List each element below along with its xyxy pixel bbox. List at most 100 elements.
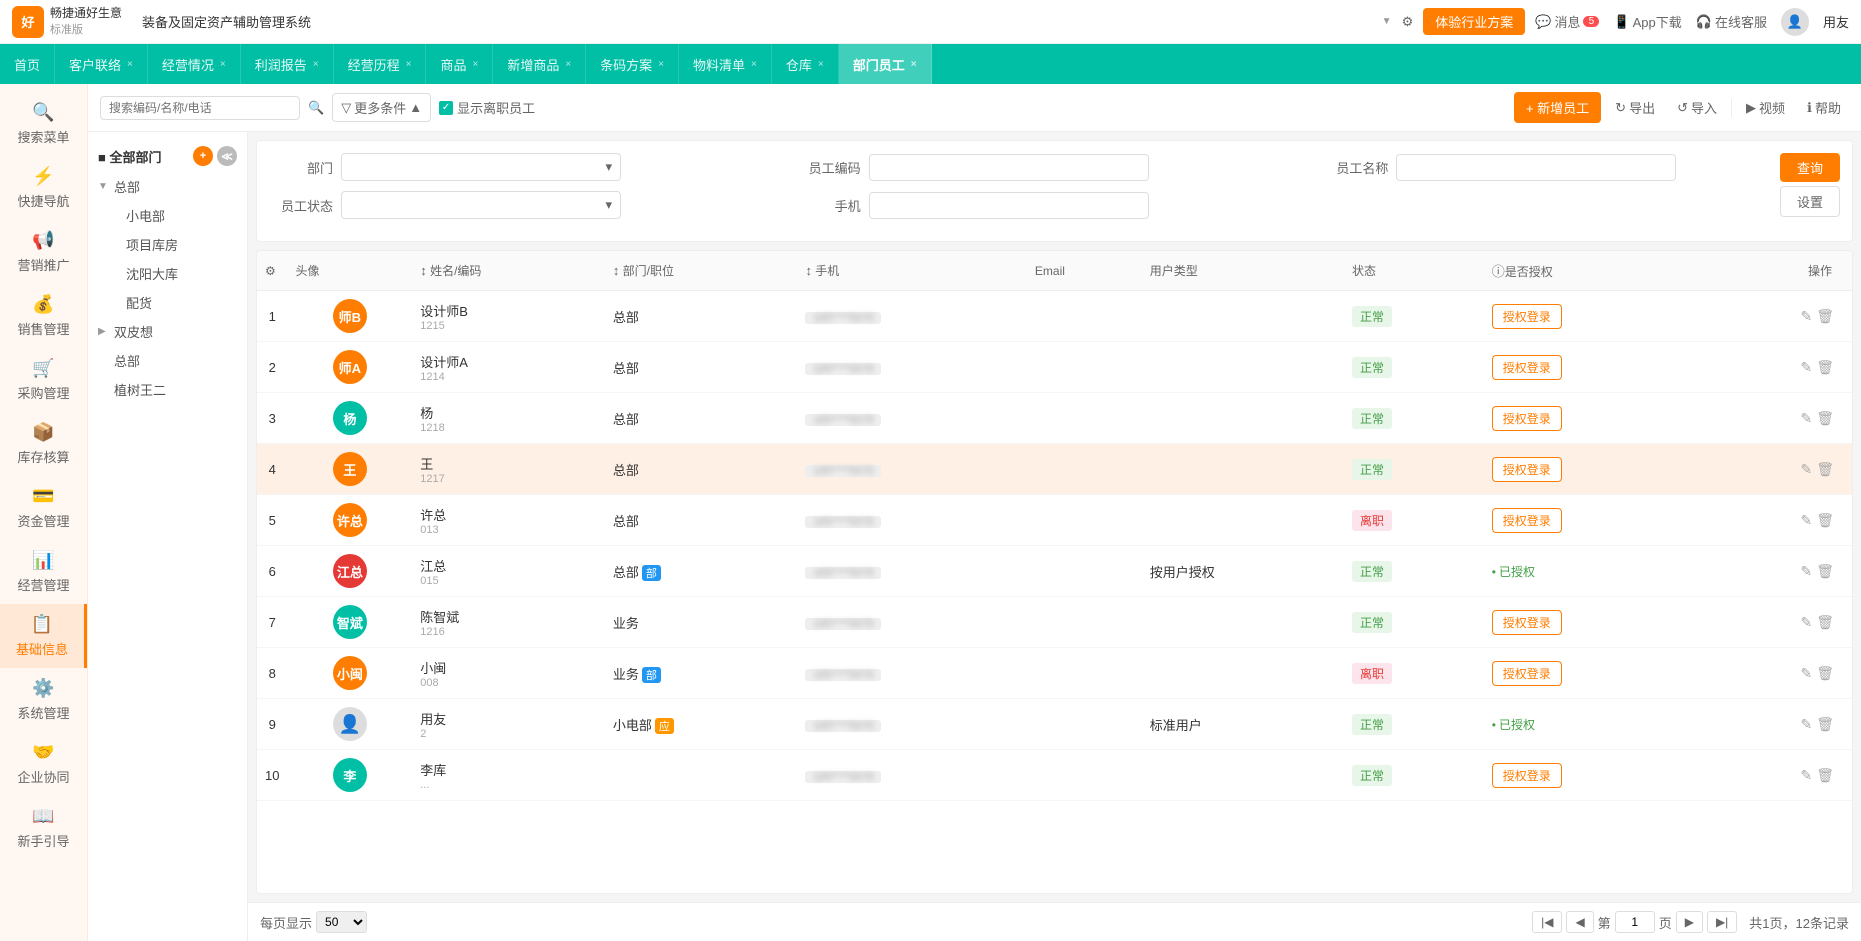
dept-node-zongbu2[interactable]: 总部 bbox=[88, 346, 247, 375]
message-btn[interactable]: 💬 消息 5 bbox=[1535, 12, 1599, 31]
delete-icon[interactable]: 🗑 bbox=[1816, 614, 1834, 630]
auth-login-btn[interactable]: 授权登录 bbox=[1492, 763, 1562, 788]
nav-tab-0[interactable]: 首页 bbox=[0, 44, 55, 84]
search-icon[interactable]: 🔍 bbox=[308, 100, 324, 116]
show-resigned-label[interactable]: 显示离职员工 bbox=[439, 98, 535, 117]
gear-icon[interactable]: ⚙ bbox=[1402, 14, 1414, 30]
filter-name-input[interactable] bbox=[1396, 154, 1676, 181]
left-nav-item-6[interactable]: 💳资金管理 bbox=[0, 476, 87, 540]
app-download-btn[interactable]: 📱 App下载 bbox=[1613, 12, 1681, 31]
dept-node-xiaodian[interactable]: 小电部 bbox=[100, 201, 247, 230]
delete-icon[interactable]: 🗑 bbox=[1816, 461, 1834, 477]
auth-login-btn[interactable]: 授权登录 bbox=[1492, 457, 1562, 482]
search-input[interactable] bbox=[100, 96, 300, 120]
edit-icon[interactable]: ✎ bbox=[1800, 308, 1812, 324]
prev-page-btn[interactable]: ◀ bbox=[1566, 911, 1593, 933]
dept-node-peihuo[interactable]: 配货 bbox=[100, 288, 247, 317]
filter-code-input[interactable] bbox=[869, 154, 1149, 181]
left-nav-item-4[interactable]: 🛒采购管理 bbox=[0, 348, 87, 412]
show-resigned-checkbox[interactable] bbox=[439, 101, 453, 115]
next-page-btn[interactable]: ▶ bbox=[1676, 911, 1703, 933]
help-btn[interactable]: ℹ 帮助 bbox=[1799, 94, 1849, 121]
nav-tab-10[interactable]: 部门员工× bbox=[839, 44, 932, 84]
nav-tab-6[interactable]: 新增商品× bbox=[493, 44, 586, 84]
dept-node-zongbu[interactable]: ▼ 总部 bbox=[88, 172, 247, 201]
edit-icon[interactable]: ✎ bbox=[1800, 767, 1812, 783]
online-service-btn[interactable]: 🎧 在线客服 bbox=[1696, 12, 1767, 31]
auth-login-btn[interactable]: 授权登录 bbox=[1492, 661, 1562, 686]
delete-icon[interactable]: 🗑 bbox=[1816, 308, 1834, 324]
query-btn[interactable]: 查询 bbox=[1780, 153, 1840, 182]
edit-icon[interactable]: ✎ bbox=[1800, 359, 1812, 375]
auth-login-btn[interactable]: 授权登录 bbox=[1492, 610, 1562, 635]
auth-login-btn[interactable]: 授权登录 bbox=[1492, 355, 1562, 380]
dept-add-btn[interactable]: + bbox=[193, 146, 213, 166]
left-nav-item-5[interactable]: 📦库存核算 bbox=[0, 412, 87, 476]
left-nav-item-7[interactable]: 📊经营管理 bbox=[0, 540, 87, 604]
more-filter-btn[interactable]: ▽ 更多条件 ▲ bbox=[332, 93, 431, 122]
import-btn[interactable]: ↺ 导入 bbox=[1669, 94, 1725, 121]
dept-node-shuangpi[interactable]: ▶ 双皮想 bbox=[88, 317, 247, 346]
delete-icon[interactable]: 🗑 bbox=[1816, 767, 1834, 783]
nav-tab-close-9[interactable]: × bbox=[818, 59, 824, 70]
nav-tab-2[interactable]: 经营情况× bbox=[148, 44, 241, 84]
edit-icon[interactable]: ✎ bbox=[1800, 461, 1812, 477]
nav-tab-close-8[interactable]: × bbox=[751, 59, 757, 70]
trial-btn[interactable]: 体验行业方案 bbox=[1423, 8, 1525, 35]
nav-tab-close-1[interactable]: × bbox=[127, 59, 133, 70]
dept-node-shenyang[interactable]: 沈阳大库 bbox=[100, 259, 247, 288]
left-nav-item-10[interactable]: 🤝企业协同 bbox=[0, 732, 87, 796]
left-nav-item-2[interactable]: 📢营销推广 bbox=[0, 220, 87, 284]
nav-tab-close-6[interactable]: × bbox=[565, 59, 571, 70]
nav-tab-close-5[interactable]: × bbox=[472, 59, 478, 70]
nav-tab-close-10[interactable]: × bbox=[911, 59, 917, 70]
auth-login-btn[interactable]: 授权登录 bbox=[1492, 304, 1562, 329]
left-nav-item-0[interactable]: 🔍搜索菜单 bbox=[0, 92, 87, 156]
nav-tab-close-7[interactable]: × bbox=[658, 59, 664, 70]
filter-status-select[interactable]: ▾ bbox=[341, 191, 621, 219]
nav-tab-1[interactable]: 客户联络× bbox=[55, 44, 148, 84]
page-input[interactable] bbox=[1615, 911, 1655, 933]
col-dept[interactable]: ↕ 部门/职位 bbox=[605, 251, 798, 291]
delete-icon[interactable]: 🗑 bbox=[1816, 410, 1834, 426]
video-btn[interactable]: ▶ 视频 bbox=[1738, 94, 1793, 121]
left-nav-item-1[interactable]: ⚡快捷导航 bbox=[0, 156, 87, 220]
nav-tab-close-2[interactable]: × bbox=[220, 59, 226, 70]
user-avatar[interactable]: 👤 bbox=[1781, 8, 1809, 36]
edit-icon[interactable]: ✎ bbox=[1800, 563, 1812, 579]
sys-title-dropdown-icon[interactable]: ▼ bbox=[1382, 16, 1392, 27]
auth-login-btn[interactable]: 授权登录 bbox=[1492, 406, 1562, 431]
delete-icon[interactable]: 🗑 bbox=[1816, 716, 1834, 732]
col-name[interactable]: ↕ 姓名/编码 bbox=[412, 251, 605, 291]
filter-dept-select[interactable]: ▾ bbox=[341, 153, 621, 181]
delete-icon[interactable]: 🗑 bbox=[1816, 563, 1834, 579]
delete-icon[interactable]: 🗑 bbox=[1816, 359, 1834, 375]
page-size-select[interactable]: 50 100 200 bbox=[316, 911, 367, 933]
nav-tab-4[interactable]: 经营历程× bbox=[334, 44, 427, 84]
nav-tab-close-3[interactable]: × bbox=[313, 59, 319, 70]
dept-collapse-btn[interactable]: ≪ bbox=[217, 146, 237, 166]
nav-tab-close-4[interactable]: × bbox=[406, 59, 412, 70]
filter-phone-input[interactable] bbox=[869, 192, 1149, 219]
filter-settings-btn[interactable]: 设置 bbox=[1780, 186, 1840, 217]
auth-login-btn[interactable]: 授权登录 bbox=[1492, 508, 1562, 533]
nav-tab-9[interactable]: 仓库× bbox=[772, 44, 839, 84]
export-btn[interactable]: ↻ 导出 bbox=[1607, 94, 1663, 121]
nav-tab-3[interactable]: 利润报告× bbox=[241, 44, 334, 84]
left-nav-item-8[interactable]: 📋基础信息 bbox=[0, 604, 87, 668]
delete-icon[interactable]: 🗑 bbox=[1816, 512, 1834, 528]
col-settings[interactable]: ⚙ bbox=[257, 251, 287, 291]
nav-tab-7[interactable]: 条码方案× bbox=[586, 44, 679, 84]
delete-icon[interactable]: 🗑 bbox=[1816, 665, 1834, 681]
edit-icon[interactable]: ✎ bbox=[1800, 410, 1812, 426]
left-nav-item-9[interactable]: ⚙️系统管理 bbox=[0, 668, 87, 732]
last-page-btn[interactable]: ▶| bbox=[1707, 911, 1737, 933]
col-phone[interactable]: ↕ 手机 bbox=[797, 251, 1026, 291]
dept-node-zhishu[interactable]: 植树王二 bbox=[88, 375, 247, 404]
edit-icon[interactable]: ✎ bbox=[1800, 716, 1812, 732]
add-employee-btn[interactable]: + 新增员工 bbox=[1514, 92, 1601, 123]
dept-node-xiangmu[interactable]: 项目库房 bbox=[100, 230, 247, 259]
nav-tab-8[interactable]: 物料清单× bbox=[679, 44, 772, 84]
left-nav-item-11[interactable]: 📖新手引导 bbox=[0, 796, 87, 860]
edit-icon[interactable]: ✎ bbox=[1800, 614, 1812, 630]
